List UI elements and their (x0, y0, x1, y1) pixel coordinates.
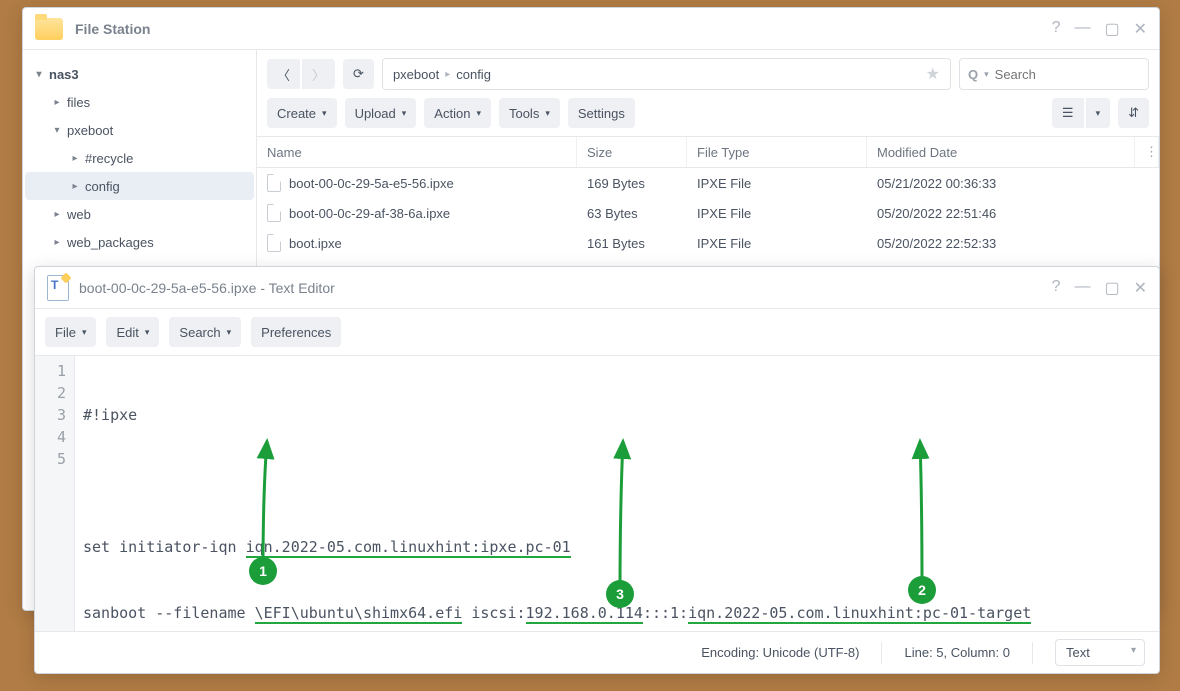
fs-toolbar-actions: Create▾ Upload▾ Action▾ Tools▾ Settings … (257, 98, 1159, 136)
te-titlebar: boot-00-0c-29-5a-e5-56.ipxe - Text Edito… (35, 267, 1159, 309)
minimize-icon[interactable]: — (1074, 278, 1090, 298)
breadcrumb[interactable]: pxeboot ▸ config ★ (382, 58, 951, 90)
search-menu[interactable]: Search▾ (169, 317, 241, 347)
te-menubar: File▾ Edit▾ Search▾ Preferences (35, 309, 1159, 356)
code-line (83, 470, 1151, 492)
tree-item-web[interactable]: ▸web (25, 200, 254, 228)
nav-back-button[interactable]: 〈 (267, 59, 300, 89)
chevron-right-icon: ▸ (445, 69, 450, 80)
tree-item-web-packages[interactable]: ▸web_packages (25, 228, 254, 256)
te-statusbar: Encoding: Unicode (UTF-8) Line: 5, Colum… (35, 631, 1159, 673)
annotated-efi-path: \EFI\ubuntu\shimx64.efi (255, 604, 463, 624)
tree-root-label: nas3 (49, 67, 79, 82)
table-row[interactable]: boot.ipxe 161 Bytes IPXE File 05/20/2022… (257, 228, 1159, 258)
star-icon[interactable]: ★ (926, 64, 940, 84)
upload-button[interactable]: Upload▾ (345, 98, 417, 128)
code-area[interactable]: #!ipxe set initiator-iqn iqn.2022-05.com… (75, 356, 1159, 631)
folder-icon (35, 18, 63, 40)
columns-menu-icon[interactable]: ⋮ (1135, 137, 1159, 167)
close-icon[interactable]: ✕ (1134, 278, 1147, 298)
tree-root[interactable]: ▾nas3 (25, 60, 254, 88)
fs-title: File Station (75, 21, 150, 37)
col-name[interactable]: Name (257, 137, 577, 167)
preferences-button[interactable]: Preferences (251, 317, 341, 347)
tree-item-files[interactable]: ▸files (25, 88, 254, 116)
file-icon (267, 204, 281, 222)
refresh-button[interactable]: ⟳ (343, 59, 374, 89)
table-header: Name Size File Type Modified Date ⋮ (257, 136, 1159, 168)
help-icon[interactable]: ? (1052, 19, 1061, 39)
maximize-icon[interactable]: ▢ (1104, 278, 1119, 298)
view-dropdown-button[interactable]: ▾ (1086, 98, 1111, 128)
help-icon[interactable]: ? (1052, 278, 1061, 298)
language-select[interactable]: Text (1055, 639, 1145, 666)
create-button[interactable]: Create▾ (267, 98, 337, 128)
view-list-button[interactable]: ☰ (1052, 98, 1084, 128)
annotated-iqn-initiator: iqn.2022-05.com.linuxhint:ipxe.pc-01 (246, 538, 571, 558)
table-row[interactable]: boot-00-0c-29-af-38-6a.ipxe 63 Bytes IPX… (257, 198, 1159, 228)
settings-button[interactable]: Settings (568, 98, 635, 128)
tree-item-recycle[interactable]: ▸#recycle (25, 144, 254, 172)
text-editor-window: boot-00-0c-29-5a-e5-56.ipxe - Text Edito… (34, 266, 1160, 674)
line-gutter: 12345 (35, 356, 75, 631)
col-date[interactable]: Modified Date (867, 137, 1135, 167)
code-line: set initiator-iqn iqn.2022-05.com.linuxh… (83, 536, 1151, 558)
breadcrumb-seg-1[interactable]: config (456, 67, 491, 82)
nav-forward-button[interactable]: 〉 (302, 59, 335, 89)
annotated-iqn-target: iqn.2022-05.com.linuxhint:pc-01-target (688, 604, 1031, 624)
search-box[interactable]: Q▾ (959, 58, 1149, 90)
status-encoding: Encoding: Unicode (UTF-8) (701, 645, 859, 660)
col-size[interactable]: Size (577, 137, 687, 167)
breadcrumb-seg-0[interactable]: pxeboot (393, 67, 439, 82)
fs-toolbar-nav: 〈 〉 ⟳ pxeboot ▸ config ★ Q▾ (257, 50, 1159, 98)
file-menu[interactable]: File▾ (45, 317, 96, 347)
te-title: boot-00-0c-29-5a-e5-56.ipxe - Text Edito… (79, 280, 335, 296)
status-cursor-pos: Line: 5, Column: 0 (904, 645, 1010, 660)
table-row[interactable]: boot-00-0c-29-5a-e5-56.ipxe 169 Bytes IP… (257, 168, 1159, 198)
minimize-icon[interactable]: — (1074, 19, 1090, 39)
close-icon[interactable]: ✕ (1134, 19, 1147, 39)
tools-button[interactable]: Tools▾ (499, 98, 560, 128)
code-line: sanboot --filename \EFI\ubuntu\shimx64.e… (83, 602, 1151, 624)
tree-item-config[interactable]: ▸config (25, 172, 254, 200)
edit-menu[interactable]: Edit▾ (106, 317, 159, 347)
chevron-down-icon[interactable]: ▾ (984, 69, 989, 80)
sort-button[interactable]: ⇵ (1118, 98, 1149, 128)
code-line: #!ipxe (83, 404, 1151, 426)
annotated-ip: 192.168.0.114 (526, 604, 643, 624)
fs-titlebar: File Station ? — ▢ ✕ (23, 8, 1159, 50)
search-icon: Q (968, 67, 978, 82)
action-button[interactable]: Action▾ (424, 98, 491, 128)
search-input[interactable] (995, 67, 1140, 82)
file-icon (267, 234, 281, 252)
maximize-icon[interactable]: ▢ (1104, 19, 1119, 39)
document-icon (47, 275, 69, 301)
editor[interactable]: 12345 #!ipxe set initiator-iqn iqn.2022-… (35, 356, 1159, 631)
tree-item-pxeboot[interactable]: ▾pxeboot (25, 116, 254, 144)
col-type[interactable]: File Type (687, 137, 867, 167)
file-icon (267, 174, 281, 192)
